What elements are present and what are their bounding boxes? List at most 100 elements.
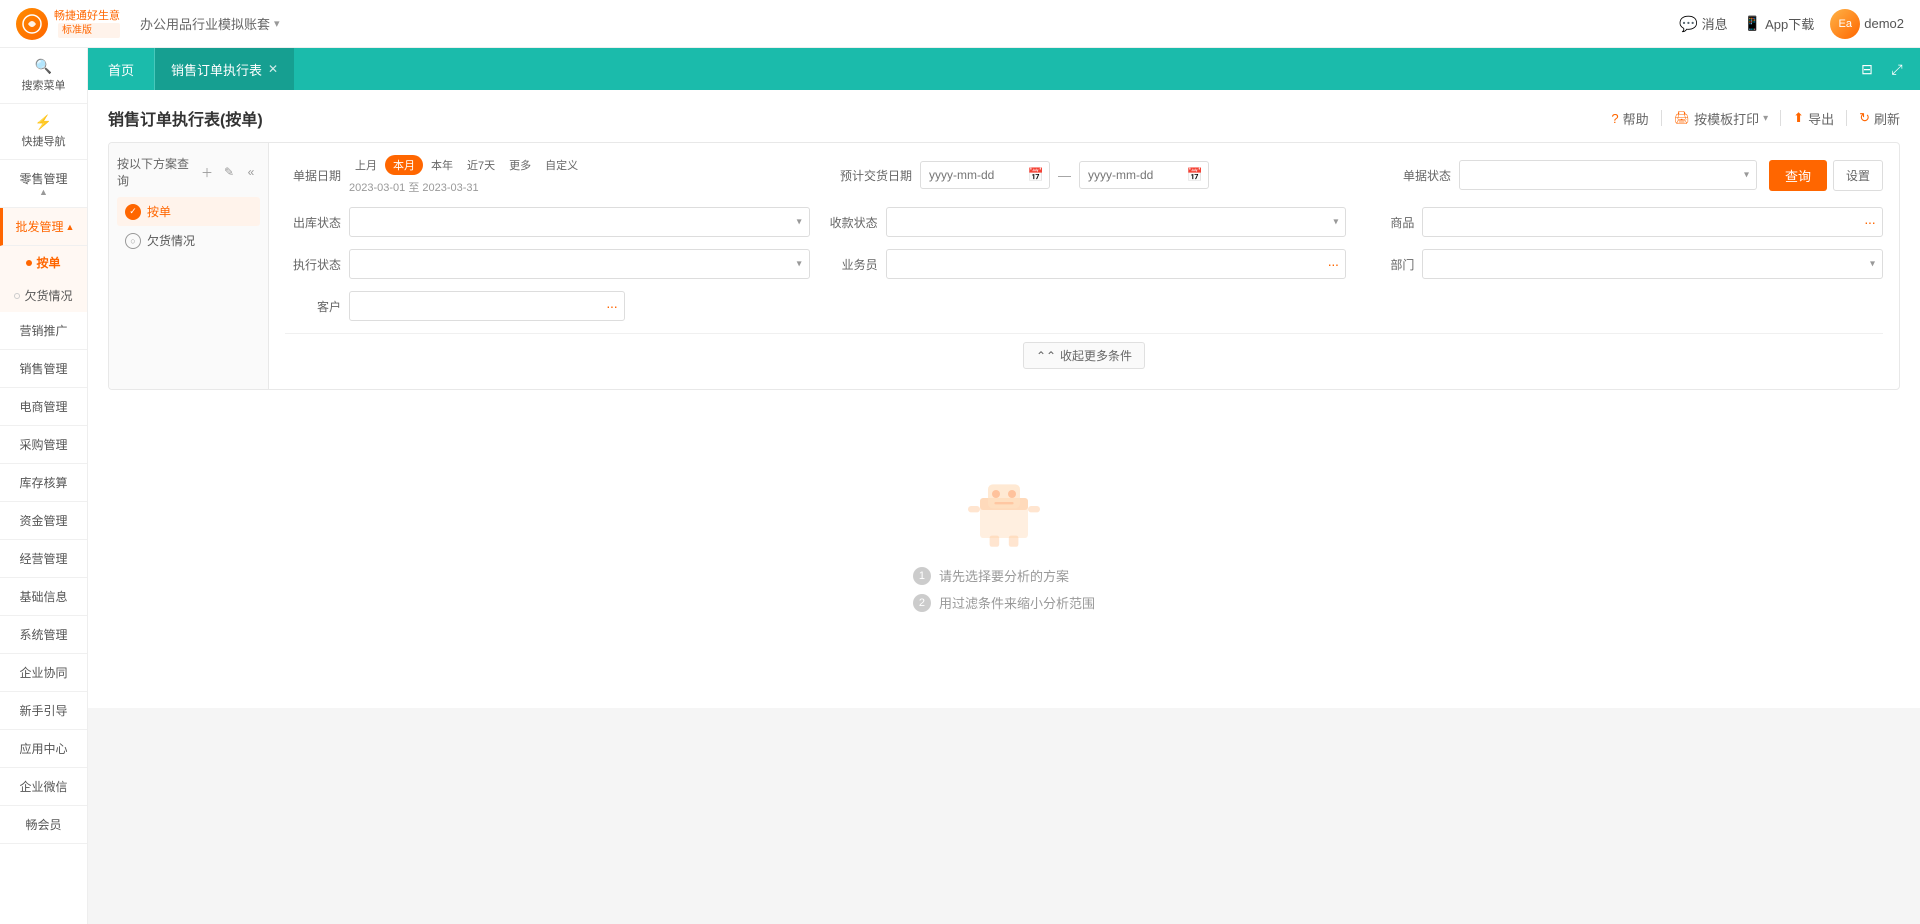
customer-label: 客户 bbox=[285, 298, 341, 315]
doc-status-select[interactable] bbox=[1459, 160, 1757, 190]
goods-label: 商品 bbox=[1358, 214, 1414, 231]
calendar-icon-start: 📅 bbox=[1028, 167, 1044, 183]
top-header: 畅捷通好生意 标准版 办公用品行业模拟账套 ▾ 💬 消息 📱 App下载 Ea … bbox=[0, 0, 1920, 48]
sidebar-item-basic[interactable]: 基础信息 bbox=[0, 578, 87, 616]
doc-date-label: 单据日期 bbox=[285, 167, 341, 184]
tab-close-button[interactable]: ✕ bbox=[268, 62, 278, 76]
collapse-bar: ⌃⌃ 收起更多条件 bbox=[285, 333, 1883, 377]
sidebar-item-member[interactable]: 畅会员 bbox=[0, 806, 87, 844]
goods-input[interactable] bbox=[1422, 207, 1883, 237]
goods-field: 商品 ··· bbox=[1358, 207, 1883, 237]
delivery-date-label: 预计交货日期 bbox=[840, 167, 912, 184]
sidebar-search-menu[interactable]: 🔍 搜索菜单 bbox=[0, 48, 87, 104]
empty-tip-1: 1 请先选择要分析的方案 bbox=[913, 566, 1095, 585]
sidebar-item-marketing[interactable]: 营销推广 bbox=[0, 312, 87, 350]
user-menu[interactable]: Ea demo2 bbox=[1830, 9, 1904, 39]
shipment-status-select[interactable] bbox=[349, 207, 810, 237]
exec-status-wrap: ▾ bbox=[349, 249, 810, 279]
page-title-bar: 销售订单执行表(按单) ? 帮助 🖨 按模板打印 ▾ bbox=[108, 106, 1900, 130]
date-tab-custom[interactable]: 自定义 bbox=[539, 155, 584, 175]
sidebar-item-newbie[interactable]: 新手引导 bbox=[0, 692, 87, 730]
tab-bar: 首页 销售订单执行表 ✕ ⊟ ⤢ bbox=[88, 48, 1920, 90]
empty-tip-2: 2 用过滤条件来缩小分析范围 bbox=[913, 593, 1095, 612]
filter-row-2: 出库状态 ▾ 收款状态 bbox=[285, 207, 1883, 237]
sidebar-item-corp[interactable]: 企业协同 bbox=[0, 654, 87, 692]
sidebar-item-retail[interactable]: 零售管理 ▲ bbox=[0, 160, 87, 208]
query-button[interactable]: 查询 bbox=[1769, 160, 1827, 191]
sidebar-item-inventory[interactable]: 库存核算 bbox=[0, 464, 87, 502]
header-right: 💬 消息 📱 App下载 Ea demo2 bbox=[1679, 9, 1904, 39]
tab-minimize-button[interactable]: ⊟ bbox=[1856, 58, 1878, 80]
collapse-button[interactable]: ⌃⌃ 收起更多条件 bbox=[1023, 342, 1145, 369]
filter-item-debt[interactable]: ○ 欠货情况 bbox=[117, 226, 260, 255]
sidebar-item-wechat[interactable]: 企业微信 bbox=[0, 768, 87, 806]
settings-button[interactable]: 设置 bbox=[1833, 160, 1883, 191]
help-icon: ? bbox=[1611, 111, 1618, 126]
logo-text: 畅捷通好生意 标准版 bbox=[54, 9, 120, 38]
exec-status-select[interactable] bbox=[349, 249, 810, 279]
sidebar-item-system[interactable]: 系统管理 bbox=[0, 616, 87, 654]
sidebar-item-apps[interactable]: 应用中心 bbox=[0, 730, 87, 768]
salesperson-field: 业务员 ··· bbox=[822, 249, 1347, 279]
filter-sidebar: 按以下方案查询 ＋ ✎ « ✓ 按单 ○ bbox=[109, 143, 269, 389]
page-title: 销售订单执行表(按单) bbox=[108, 106, 263, 130]
refresh-icon: ↻ bbox=[1859, 110, 1870, 126]
tab-order-exec[interactable]: 销售订单执行表 ✕ bbox=[155, 48, 294, 90]
customer-field: 客户 ··· bbox=[285, 291, 625, 321]
doc-status-label: 单据状态 bbox=[1395, 167, 1451, 184]
customer-input[interactable] bbox=[349, 291, 625, 321]
breadcrumb[interactable]: 办公用品行业模拟账套 ▾ bbox=[140, 14, 280, 33]
empty-illustration bbox=[964, 470, 1044, 550]
empty-tips: 1 请先选择要分析的方案 2 用过滤条件来缩小分析范围 bbox=[913, 566, 1095, 612]
content-area: 首页 销售订单执行表 ✕ ⊟ ⤢ 销售订单执行表(按单) ? bbox=[88, 48, 1920, 924]
filter-sidebar-icons: ＋ ✎ « bbox=[198, 163, 260, 181]
collapse-filter-button[interactable]: « bbox=[242, 163, 260, 181]
message-button[interactable]: 💬 消息 bbox=[1679, 14, 1728, 33]
sidebar-quick-nav[interactable]: ⚡ 快捷导航 bbox=[0, 104, 87, 160]
edit-filter-button[interactable]: ✎ bbox=[220, 163, 238, 181]
filter-sidebar-header: 按以下方案查询 ＋ ✎ « bbox=[117, 155, 260, 189]
sidebar-sub-item-debt[interactable]: 欠货情况 bbox=[0, 279, 87, 312]
tip-num-2: 2 bbox=[913, 594, 931, 612]
sidebar-item-ecommerce[interactable]: 电商管理 bbox=[0, 388, 87, 426]
department-label: 部门 bbox=[1358, 256, 1414, 273]
header-left: 畅捷通好生意 标准版 办公用品行业模拟账套 ▾ bbox=[16, 8, 280, 40]
doc-status-wrap: ▾ bbox=[1459, 160, 1757, 190]
delivery-start-wrap: 📅 bbox=[920, 161, 1050, 189]
department-field: 部门 ▾ bbox=[1358, 249, 1883, 279]
message-icon: 💬 bbox=[1679, 15, 1698, 33]
help-button[interactable]: ? 帮助 bbox=[1611, 109, 1648, 128]
app-download-button[interactable]: 📱 App下载 bbox=[1744, 14, 1815, 33]
goods-wrap: ··· bbox=[1422, 207, 1883, 237]
filter-row-1: 单据日期 上月 本月 本年 近7天 更多 自定义 bbox=[285, 155, 1883, 195]
salesperson-input[interactable] bbox=[886, 249, 1347, 279]
sidebar-item-purchase[interactable]: 采购管理 bbox=[0, 426, 87, 464]
tab-expand-button[interactable]: ⤢ bbox=[1886, 58, 1908, 80]
sidebar-item-wholesale[interactable]: 批发管理▲ bbox=[0, 208, 87, 246]
doc-status-field: 单据状态 ▾ bbox=[1395, 160, 1757, 190]
sidebar-sub-item-order[interactable]: 按单 bbox=[0, 246, 87, 279]
department-select[interactable] bbox=[1422, 249, 1883, 279]
sidebar-item-sales[interactable]: 销售管理 bbox=[0, 350, 87, 388]
date-tab-this-month[interactable]: 本月 bbox=[385, 155, 423, 175]
refresh-button[interactable]: ↻ 刷新 bbox=[1859, 109, 1900, 128]
date-tab-this-year[interactable]: 本年 bbox=[425, 155, 459, 175]
department-wrap: ▾ bbox=[1422, 249, 1883, 279]
add-filter-button[interactable]: ＋ bbox=[198, 163, 216, 181]
date-tab-7days[interactable]: 近7天 bbox=[461, 155, 501, 175]
logo-area: 畅捷通好生意 标准版 bbox=[16, 8, 120, 40]
sidebar-item-operation[interactable]: 经营管理 bbox=[0, 540, 87, 578]
payment-status-select[interactable] bbox=[886, 207, 1347, 237]
filter-dot-gray: ○ bbox=[125, 233, 141, 249]
customer-wrap: ··· bbox=[349, 291, 625, 321]
tab-home[interactable]: 首页 bbox=[88, 48, 155, 90]
filter-item-order[interactable]: ✓ 按单 bbox=[117, 197, 260, 226]
date-tab-more[interactable]: 更多 bbox=[503, 155, 537, 175]
export-button[interactable]: ⬆ 导出 bbox=[1793, 109, 1834, 128]
divider-2 bbox=[1780, 110, 1781, 126]
date-tab-last-month[interactable]: 上月 bbox=[349, 155, 383, 175]
payment-status-label: 收款状态 bbox=[822, 214, 878, 231]
sidebar-item-finance[interactable]: 资金管理 bbox=[0, 502, 87, 540]
print-button[interactable]: 🖨 按模板打印 ▾ bbox=[1674, 109, 1769, 128]
divider-1 bbox=[1661, 110, 1662, 126]
